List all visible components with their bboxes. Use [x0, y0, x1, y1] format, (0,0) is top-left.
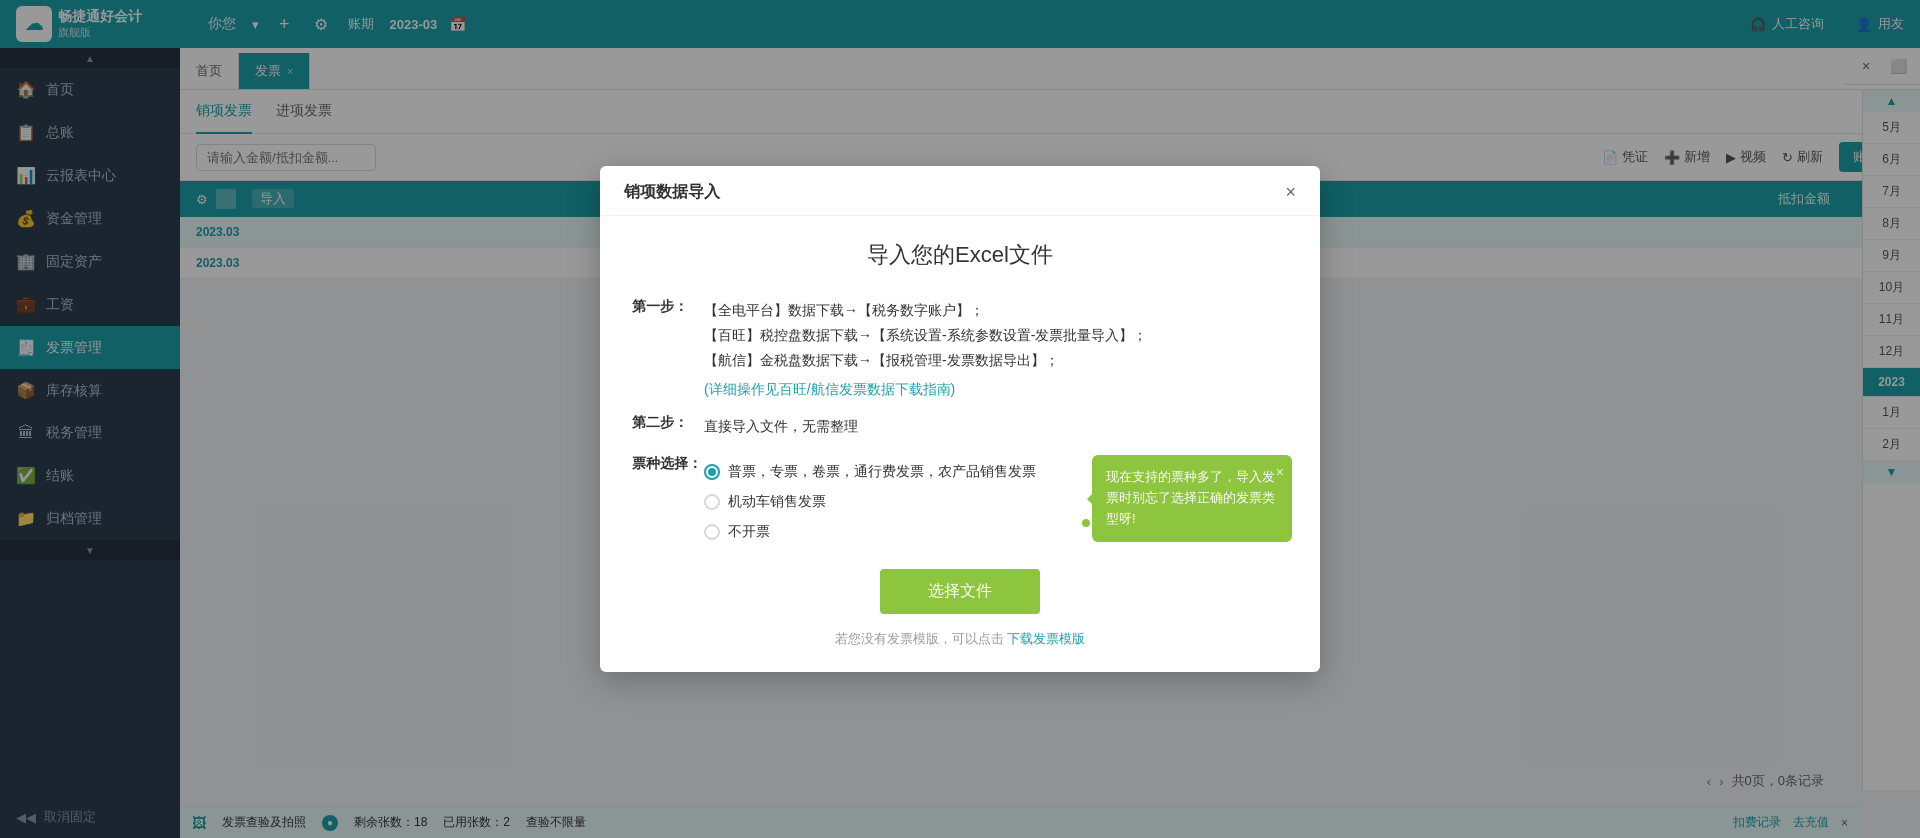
- download-template-link[interactable]: 下载发票模版: [1007, 631, 1085, 646]
- step2-row: 第二步： 直接导入文件，无需整理: [632, 414, 1288, 439]
- step1-row: 第一步： 【全电平台】数据下载→【税务数字账户】； 【百旺】税控盘数据下载→【系…: [632, 298, 1288, 403]
- radio-1-inner: [708, 468, 716, 476]
- ticket-option-2-label: 机动车销售发票: [728, 493, 826, 511]
- radio-3-circle: [704, 524, 720, 540]
- modal-close-button[interactable]: ×: [1285, 182, 1296, 203]
- tooltip-container: × 现在支持的票种多了，导入发票时别忘了选择正确的发票类型呀!: [1092, 455, 1292, 541]
- step1-line1: 【全电平台】数据下载→【税务数字账户】；: [704, 298, 1288, 323]
- footer-text: 若您没有发票模版，可以点击: [835, 631, 1004, 646]
- modal-footer: 若您没有发票模版，可以点击 下载发票模版: [632, 630, 1288, 648]
- modal-main-title: 导入您的Excel文件: [632, 240, 1288, 270]
- step1-line3: 【航信】金税盘数据下载→【报税管理-发票数据导出】；: [704, 348, 1288, 373]
- tooltip-bubble: × 现在支持的票种多了，导入发票时别忘了选择正确的发票类型呀!: [1092, 455, 1292, 541]
- step2-label: 第二步：: [632, 414, 704, 439]
- radio-2-circle: [704, 494, 720, 510]
- step1-line2: 【百旺】税控盘数据下载→【系统设置-系统参数设置-发票批量导入】；: [704, 323, 1288, 348]
- ticket-type-row: 票种选择： 普票，专票，卷票，通行费发票，农产品销售发票 机动车销售发票: [632, 455, 1288, 541]
- modal-body: 导入您的Excel文件 第一步： 【全电平台】数据下载→【税务数字账户】； 【百…: [600, 216, 1320, 673]
- tooltip-close-button[interactable]: ×: [1276, 461, 1284, 483]
- radio-1-circle: [704, 464, 720, 480]
- tooltip-dot: [1080, 517, 1092, 529]
- modal-dialog: 销项数据导入 × 导入您的Excel文件 第一步： 【全电平台】数据下载→【税务…: [600, 166, 1320, 673]
- ticket-type-label: 票种选择：: [632, 455, 704, 541]
- ticket-option-1[interactable]: 普票，专票，卷票，通行费发票，农产品销售发票: [704, 463, 1036, 481]
- ticket-radio-group: 普票，专票，卷票，通行费发票，农产品销售发票 机动车销售发票 不开票: [704, 463, 1036, 541]
- modal-header: 销项数据导入 ×: [600, 166, 1320, 216]
- step2-content: 直接导入文件，无需整理: [704, 414, 1288, 439]
- ticket-option-3[interactable]: 不开票: [704, 523, 1036, 541]
- overlay: 销项数据导入 × 导入您的Excel文件 第一步： 【全电平台】数据下载→【税务…: [0, 0, 1920, 838]
- step1-link[interactable]: (详细操作见百旺/航信发票数据下载指南): [704, 381, 955, 397]
- ticket-option-2[interactable]: 机动车销售发票: [704, 493, 1036, 511]
- ticket-option-3-label: 不开票: [728, 523, 770, 541]
- select-file-button[interactable]: 选择文件: [880, 569, 1040, 614]
- tooltip-text: 现在支持的票种多了，导入发票时别忘了选择正确的发票类型呀!: [1106, 469, 1275, 526]
- step1-content: 【全电平台】数据下载→【税务数字账户】； 【百旺】税控盘数据下载→【系统设置-系…: [704, 298, 1288, 403]
- ticket-option-1-label: 普票，专票，卷票，通行费发票，农产品销售发票: [728, 463, 1036, 481]
- step1-label: 第一步：: [632, 298, 704, 403]
- modal-title: 销项数据导入: [624, 182, 720, 203]
